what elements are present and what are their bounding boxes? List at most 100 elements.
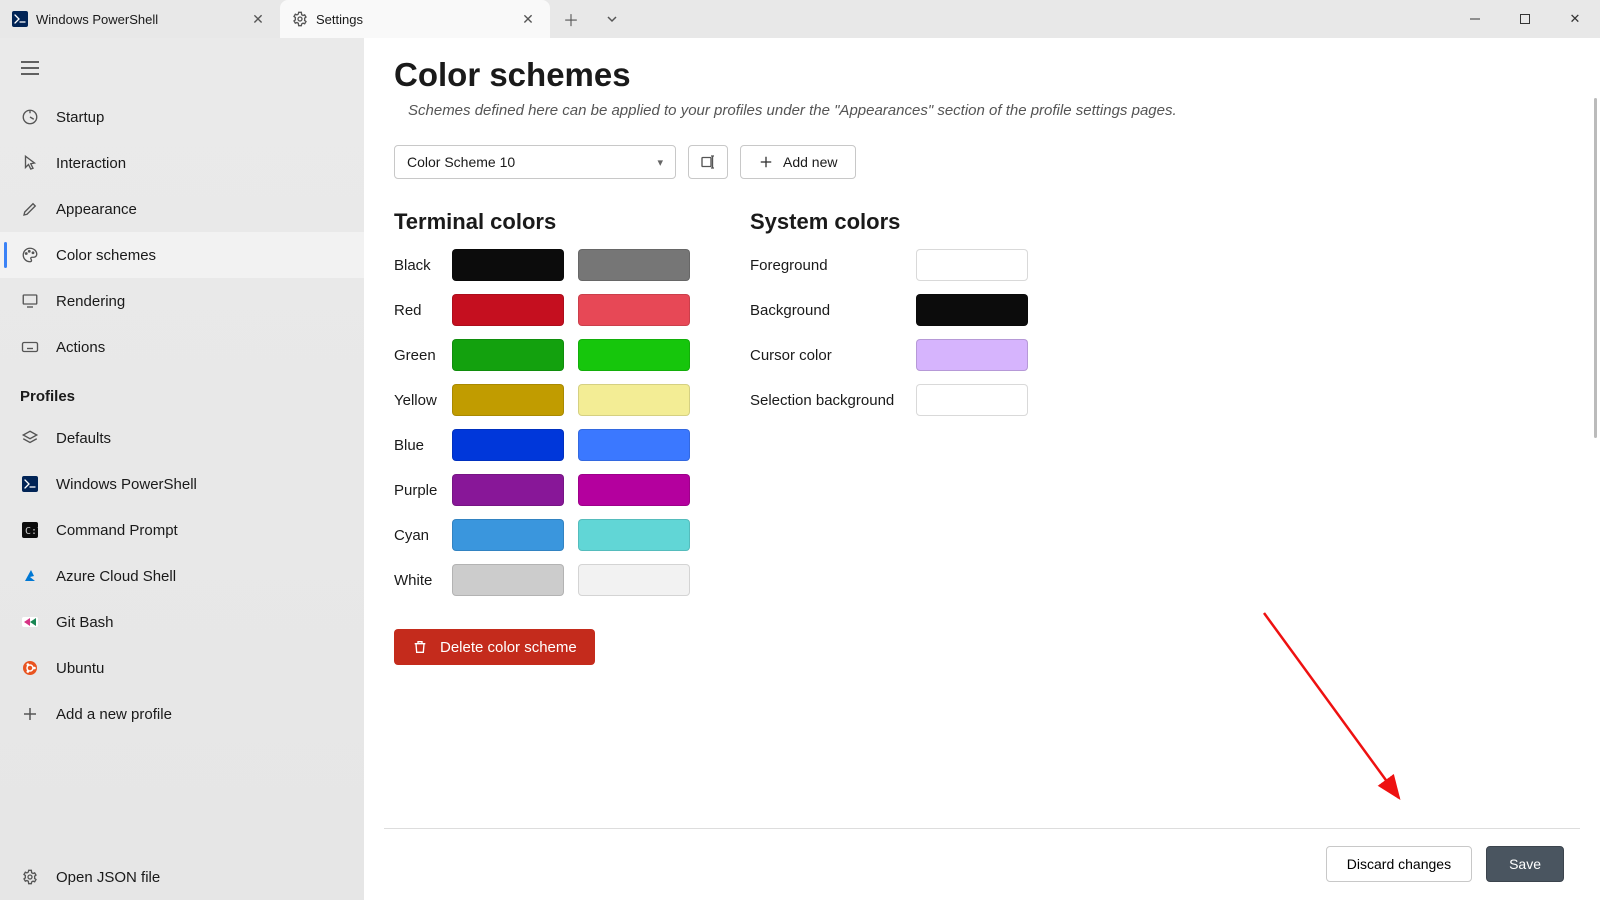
sidebar-item-label: Rendering [56,293,125,310]
sidebar-profile-cmd[interactable]: C:\ Command Prompt [0,507,364,553]
sidebar: Startup Interaction Appearance Color sch… [0,38,364,900]
color-swatch-normal[interactable] [452,249,564,281]
sidebar-profile-ubuntu[interactable]: Ubuntu [0,645,364,691]
sidebar-item-label: Actions [56,339,105,356]
add-scheme-button[interactable]: Add new [740,145,856,179]
delete-label: Delete color scheme [440,639,577,656]
sidebar-item-color-schemes[interactable]: Color schemes [0,232,364,278]
new-tab-button[interactable]: ＋ [551,7,591,31]
tab-powershell[interactable]: Windows PowerShell ✕ [0,0,280,38]
powershell-icon [20,474,40,494]
color-swatch-bright[interactable] [578,249,690,281]
sidebar-profile-azure[interactable]: Azure Cloud Shell [0,553,364,599]
color-swatch-bright[interactable] [578,294,690,326]
sidebar-item-appearance[interactable]: Appearance [0,186,364,232]
color-swatch-normal[interactable] [452,564,564,596]
color-swatch-bright[interactable] [578,384,690,416]
sidebar-item-label: Add a new profile [56,706,172,723]
terminal-colors-title: Terminal colors [394,209,690,235]
color-swatch-bright[interactable] [578,339,690,371]
sidebar-item-label: Git Bash [56,614,114,631]
azure-icon [20,566,40,586]
sidebar-item-actions[interactable]: Actions [0,324,364,370]
rename-scheme-button[interactable] [688,145,728,179]
close-icon[interactable]: ✕ [519,10,537,28]
delete-scheme-button[interactable]: Delete color scheme [394,629,595,665]
scrollbar[interactable] [1584,38,1600,828]
sidebar-item-label: Defaults [56,430,111,447]
plus-icon [759,155,773,169]
sidebar-add-profile[interactable]: Add a new profile [0,691,364,737]
color-swatch-bright[interactable] [578,474,690,506]
color-swatch-normal[interactable] [452,294,564,326]
close-window-button[interactable]: ✕ [1550,0,1600,38]
sidebar-item-label: Appearance [56,201,137,218]
color-label: Black [394,257,452,274]
profiles-header: Profiles [0,370,364,415]
gear-icon [292,11,308,27]
color-swatch[interactable] [916,294,1028,326]
color-swatch-bright[interactable] [578,429,690,461]
system-color-row: Foreground [750,249,1028,281]
monitor-icon [20,291,40,311]
sidebar-open-json[interactable]: Open JSON file [0,854,364,900]
system-colors-group: System colors Foreground Background Cursor… [750,209,1028,665]
gitbash-icon [20,612,40,632]
color-label: Yellow [394,392,452,409]
footer-bar: Discard changes Save [364,828,1600,900]
sidebar-item-label: Open JSON file [56,869,160,886]
sidebar-item-label: Azure Cloud Shell [56,568,176,585]
color-swatch-bright[interactable] [578,564,690,596]
sidebar-item-label: Ubuntu [56,660,104,677]
color-swatch[interactable] [916,249,1028,281]
interaction-icon [20,153,40,173]
color-swatch-normal[interactable] [452,384,564,416]
color-label: Red [394,302,452,319]
sidebar-item-label: Startup [56,109,104,126]
color-swatch-bright[interactable] [578,519,690,551]
sidebar-profile-defaults[interactable]: Defaults [0,415,364,461]
tab-actions: ＋ [550,0,632,38]
tab-settings[interactable]: Settings ✕ [280,0,550,38]
window-controls: ✕ [1450,0,1600,38]
sidebar-item-rendering[interactable]: Rendering [0,278,364,324]
system-color-row: Selection background [750,384,1028,416]
brush-icon [20,199,40,219]
terminal-color-row: Red [394,294,690,326]
sidebar-profile-powershell[interactable]: Windows PowerShell [0,461,364,507]
save-button[interactable]: Save [1486,846,1564,882]
terminal-color-row: Yellow [394,384,690,416]
sidebar-item-interaction[interactable]: Interaction [0,140,364,186]
minimize-button[interactable] [1450,0,1500,38]
color-swatch-normal[interactable] [452,474,564,506]
palette-icon [20,245,40,265]
hamburger-button[interactable] [10,48,50,88]
svg-text:C:\: C:\ [25,526,38,537]
scrollbar-thumb[interactable] [1594,98,1597,438]
close-icon[interactable]: ✕ [249,10,267,28]
color-swatch-normal[interactable] [452,519,564,551]
terminal-color-row: White [394,564,690,596]
discard-button[interactable]: Discard changes [1326,846,1472,882]
color-swatch[interactable] [916,339,1028,371]
scheme-select[interactable]: Color Scheme 10 ▾ [394,145,676,179]
color-label: Background [750,302,916,319]
color-label: White [394,572,452,589]
sidebar-item-startup[interactable]: Startup [0,94,364,140]
ubuntu-icon [20,658,40,678]
system-colors-title: System colors [750,209,1028,235]
maximize-button[interactable] [1500,0,1550,38]
sidebar-profile-gitbash[interactable]: Git Bash [0,599,364,645]
color-swatch[interactable] [916,384,1028,416]
layers-icon [20,428,40,448]
trash-icon [412,639,428,655]
color-swatch-normal[interactable] [452,339,564,371]
terminal-color-row: Blue [394,429,690,461]
sidebar-item-label: Interaction [56,155,126,172]
gear-icon [20,867,40,887]
color-swatch-normal[interactable] [452,429,564,461]
startup-icon [20,107,40,127]
scheme-select-value: Color Scheme 10 [407,154,515,170]
color-label: Cursor color [750,347,916,364]
tab-dropdown-button[interactable] [592,13,632,25]
